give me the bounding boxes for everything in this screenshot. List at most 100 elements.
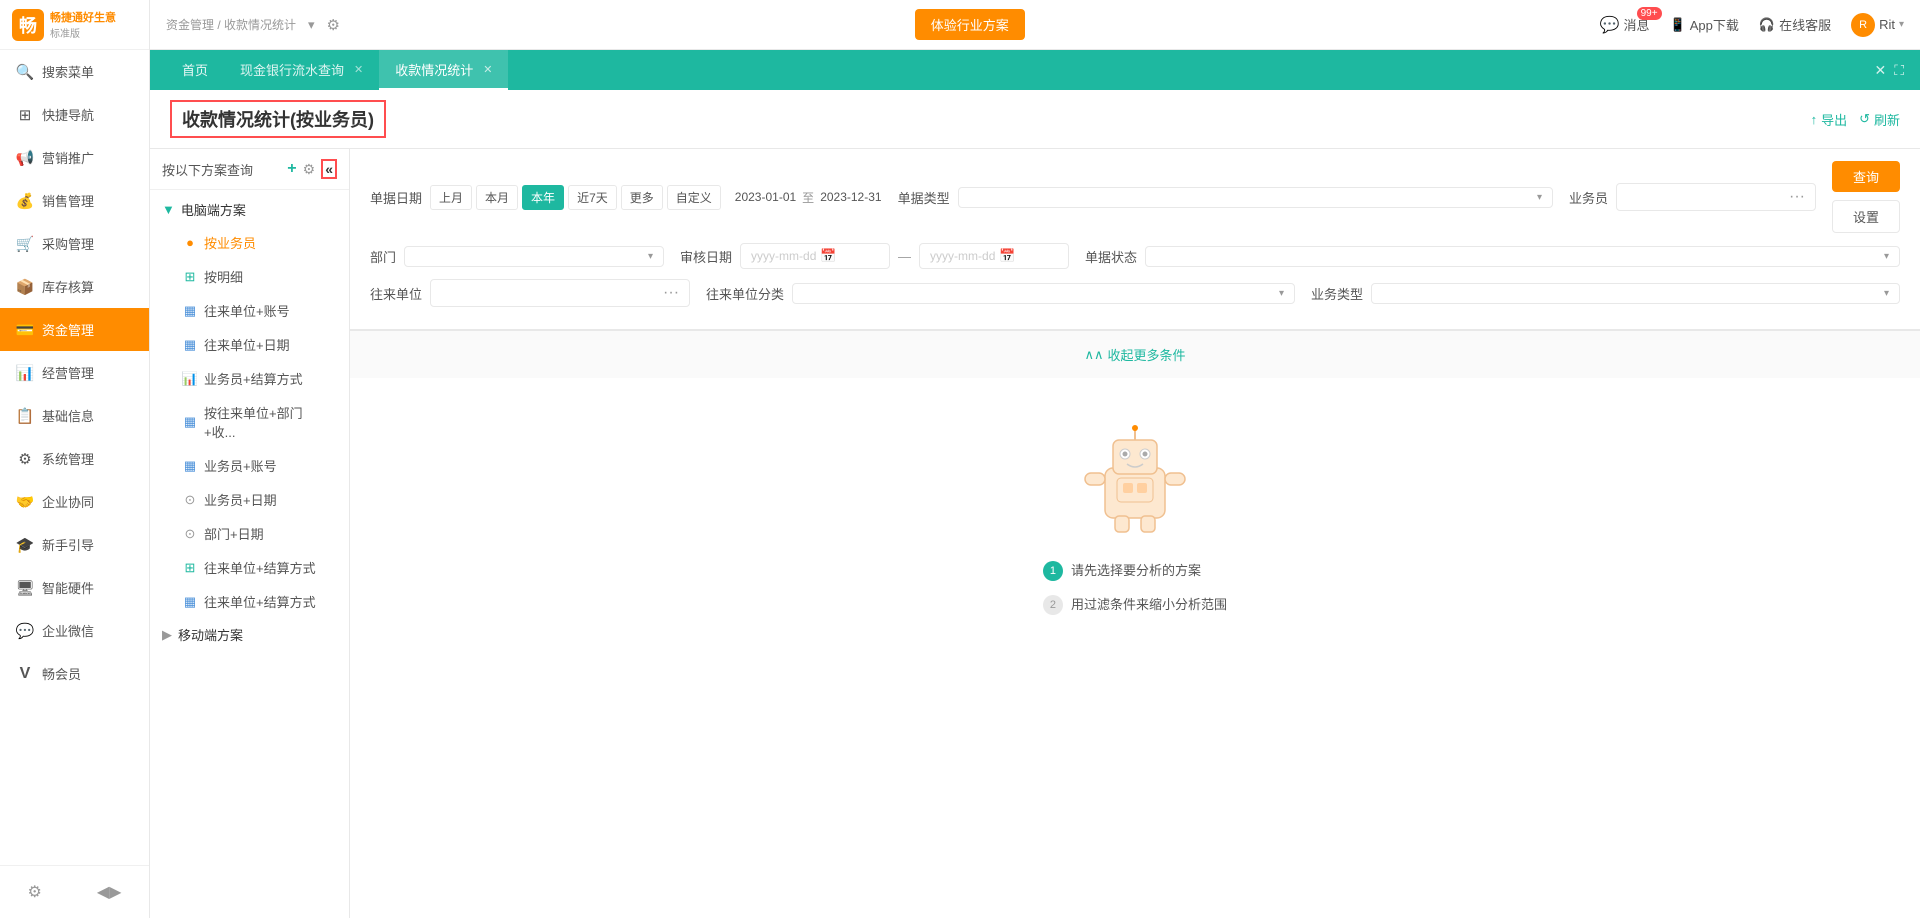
scheme-group-desktop: ▼ 电脑端方案 ● 按业务员 ⊞ 按明细 ▦ 往 [150, 194, 349, 618]
salesman-settlement-icon: 📊 [182, 371, 198, 387]
content-area: 收款情况统计(按业务员) ↑ 导出 ↺ 刷新 按以下方案查询 + [150, 90, 1920, 918]
sidebar-item-search-menu[interactable]: 🔍 搜索菜单 [0, 50, 149, 93]
scheme-item-by-salesman[interactable]: ● 按业务员 [154, 226, 345, 259]
dept-label: 部门 [370, 247, 396, 266]
dropdown-icon[interactable]: ▾ [308, 17, 315, 33]
scheme-item-salesman-account[interactable]: ▦ 业务员+账号 [154, 449, 345, 482]
scheme-item-by-detail[interactable]: ⊞ 按明细 [154, 260, 345, 293]
doc-type-select[interactable]: ▾ [958, 187, 1553, 208]
date-btn-more[interactable]: 更多 [621, 185, 663, 210]
group-expand-icon: ▼ [162, 202, 175, 217]
sidebar-item-basic[interactable]: 📋 基础信息 [0, 394, 149, 437]
business-type-select[interactable]: ▾ [1371, 283, 1900, 304]
sidebar-item-system[interactable]: ⚙ 系统管理 [0, 437, 149, 480]
review-date-to[interactable]: yyyy-mm-dd 📅 [919, 243, 1069, 269]
calendar-to-icon[interactable]: 📅 [999, 248, 1015, 264]
tab-collection-stats[interactable]: 收款情况统计 ✕ [379, 50, 508, 90]
tab-close-all-icon[interactable]: ✕ [1874, 62, 1886, 79]
tab-home[interactable]: 首页 [166, 50, 224, 90]
review-date-from[interactable]: yyyy-mm-dd 📅 [740, 243, 890, 269]
trial-btn[interactable]: 体验行业方案 [915, 9, 1025, 40]
grid-icon: ⊞ [16, 106, 34, 124]
scheme-item-counterpart-settlement1[interactable]: ⊞ 往来单位+结算方式 [154, 551, 345, 584]
filter-dept-item: 部门 ▾ [370, 246, 664, 267]
basic-icon: 📋 [16, 407, 34, 425]
counterpart-category-select[interactable]: ▾ [792, 283, 1295, 304]
filter-business-type-item: 业务类型 ▾ [1311, 283, 1900, 304]
scheme-item-counterpart-account[interactable]: ▦ 往来单位+账号 [154, 294, 345, 327]
sidebar-item-operation[interactable]: 📊 经营管理 [0, 351, 149, 394]
sidebar-item-marketing[interactable]: 📢 营销推广 [0, 136, 149, 179]
finance-icon: 💳 [16, 321, 34, 339]
tab-maximize-icon[interactable]: ⛶ [1894, 62, 1904, 79]
sidebar-item-enterprise[interactable]: 🤝 企业协同 [0, 480, 149, 523]
counterpart-category-label: 往来单位分类 [706, 284, 784, 303]
settings-bottom-icon[interactable]: ⚙ [20, 874, 50, 910]
collapse-up-icon: ∧∧ [1084, 347, 1103, 363]
filter-salesman-item: 业务员 ··· [1569, 183, 1816, 211]
refresh-btn[interactable]: ↺ 刷新 [1859, 110, 1900, 129]
date-btn-custom[interactable]: 自定义 [667, 185, 721, 210]
sidebar-item-guide[interactable]: 🎓 新手引导 [0, 523, 149, 566]
sidebar-item-hardware[interactable]: 🖥 智能硬件 [0, 566, 149, 609]
sidebar-item-sales[interactable]: 💰 销售管理 [0, 179, 149, 222]
scheme-item-counterpart-date[interactable]: ▦ 往来单位+日期 [154, 328, 345, 361]
sidebar-bottom: ⚙ ◀▶ [0, 865, 149, 918]
calendar-from-icon[interactable]: 📅 [820, 248, 836, 264]
counterpart-select[interactable]: ··· [430, 279, 690, 307]
query-btn[interactable]: 查询 [1832, 161, 1900, 192]
counterpart-account-icon: ▦ [182, 303, 198, 319]
scheme-item-counterpart-dept[interactable]: ▦ 按往来单位+部门+收... [154, 396, 345, 448]
sidebar-item-inventory[interactable]: 📦 库存核算 [0, 265, 149, 308]
tab-close-bank[interactable]: ✕ [354, 63, 363, 76]
date-btn-this-month[interactable]: 本月 [476, 185, 518, 210]
marketing-icon: 📢 [16, 149, 34, 167]
sidebar-item-purchase[interactable]: 🛒 采购管理 [0, 222, 149, 265]
sidebar-item-wechat[interactable]: 💬 企业微信 [0, 609, 149, 652]
topbar-right-icons: 💬 消息 99+ 📱 App下载 🎧 在线客服 R Rit ▾ [1600, 13, 1904, 37]
export-btn[interactable]: ↑ 导出 [1811, 110, 1848, 129]
date-btn-this-year[interactable]: 本年 [522, 185, 564, 210]
page-header: 收款情况统计(按业务员) ↑ 导出 ↺ 刷新 [150, 90, 1920, 149]
tab-close-collection[interactable]: ✕ [483, 63, 492, 76]
doc-status-select[interactable]: ▾ [1145, 246, 1900, 267]
salesman-dots[interactable]: ··· [1789, 188, 1805, 206]
user-avatar[interactable]: R Rit ▾ [1851, 13, 1904, 37]
export-icon: ↑ [1811, 112, 1818, 127]
tab-bank-flow[interactable]: 现金银行流水查询 ✕ [224, 50, 379, 90]
add-scheme-btn[interactable]: + [287, 160, 296, 178]
detail-scheme-icon: ⊞ [182, 269, 198, 285]
empty-steps: 1 请先选择要分析的方案 2 用过滤条件来缩小分析范围 [1043, 558, 1227, 618]
scheme-item-salesman-date[interactable]: ⊙ 业务员+日期 [154, 483, 345, 516]
left-panel-controls: + ⚙ « [287, 159, 337, 179]
message-btn[interactable]: 💬 消息 99+ [1600, 15, 1650, 35]
date-dash: — [898, 249, 911, 264]
collapse-sidebar-icon[interactable]: ◀▶ [89, 874, 130, 910]
filter-row-3: 往来单位 ··· 往来单位分类 ▾ [370, 279, 1900, 307]
body-layout: 按以下方案查询 + ⚙ « ▼ 电脑端方案 [150, 149, 1920, 918]
sidebar-item-member[interactable]: V 畅会员 [0, 652, 149, 695]
app-download-btn[interactable]: 📱 App下载 [1670, 15, 1739, 34]
left-panel-header: 按以下方案查询 + ⚙ « [150, 149, 349, 190]
wechat-icon: 💬 [16, 622, 34, 640]
empty-state: 1 请先选择要分析的方案 2 用过滤条件来缩小分析范围 [350, 378, 1920, 918]
scheme-group-desktop-header[interactable]: ▼ 电脑端方案 [150, 194, 349, 225]
scheme-item-counterpart-settlement2[interactable]: ▦ 往来单位+结算方式 [154, 585, 345, 618]
scheme-settings-icon[interactable]: ⚙ [303, 161, 316, 178]
collapse-panel-icon[interactable]: « [321, 159, 337, 179]
topbar-actions: 体验行业方案 [915, 9, 1025, 40]
scheme-group-mobile-header[interactable]: ▶ 移动端方案 [150, 619, 349, 650]
counterpart-dots[interactable]: ··· [663, 284, 679, 302]
sidebar-item-finance[interactable]: 💳 资金管理 [0, 308, 149, 351]
setting-btn[interactable]: 设置 [1832, 200, 1900, 233]
settings-topbar-icon[interactable]: ⚙ [327, 16, 340, 34]
date-btn-7days[interactable]: 近7天 [568, 185, 617, 210]
salesman-select[interactable]: ··· [1616, 183, 1816, 211]
online-service-btn[interactable]: 🎧 在线客服 [1759, 15, 1831, 34]
date-btn-last-month[interactable]: 上月 [430, 185, 472, 210]
scheme-item-salesman-settlement[interactable]: 📊 业务员+结算方式 [154, 362, 345, 395]
scheme-item-dept-date[interactable]: ⊙ 部门+日期 [154, 517, 345, 550]
dept-select[interactable]: ▾ [404, 246, 664, 267]
sidebar-item-quick-nav[interactable]: ⊞ 快捷导航 [0, 93, 149, 136]
collapse-btn[interactable]: ∧∧ 收起更多条件 [1064, 339, 1205, 370]
